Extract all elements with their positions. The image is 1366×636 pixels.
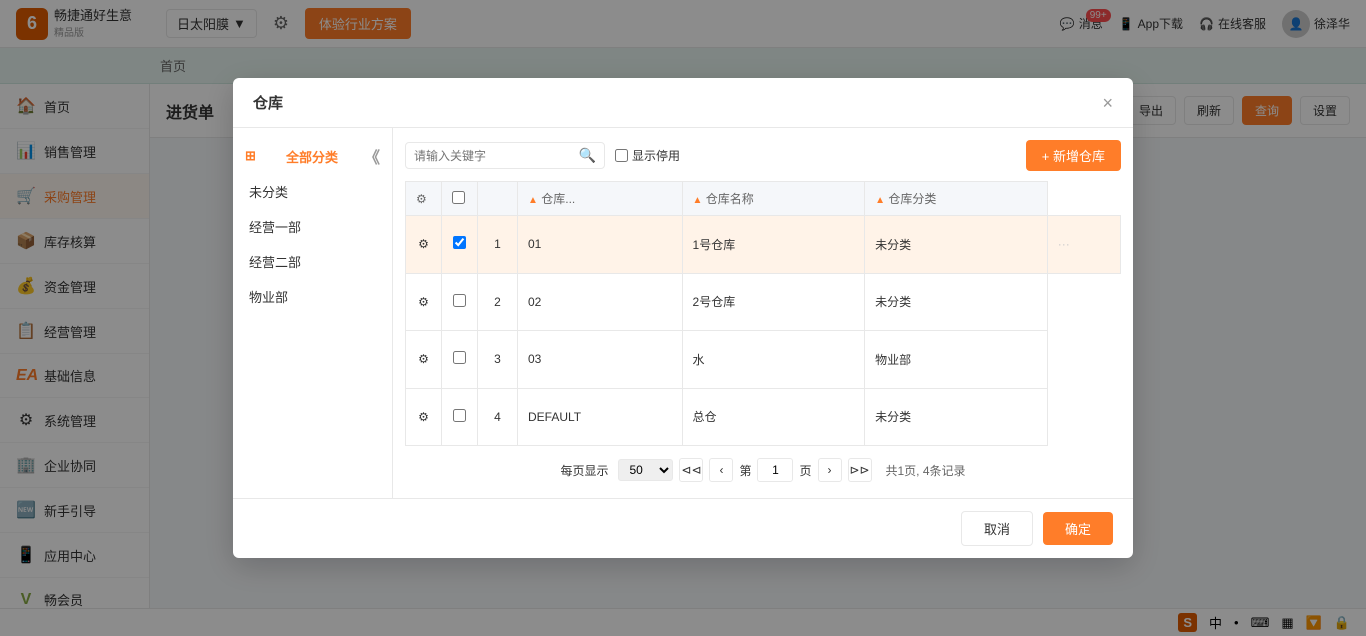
col-code-label: 仓库... bbox=[541, 192, 575, 206]
warehouse-table: ⚙ ▲ 仓库... ▲ 仓库 bbox=[405, 181, 1121, 446]
row-checkbox[interactable] bbox=[442, 273, 478, 331]
confirm-btn[interactable]: 确定 bbox=[1043, 512, 1113, 545]
category-item-property[interactable]: 物业部 bbox=[233, 279, 392, 314]
row-gear[interactable]: ⚙ bbox=[406, 216, 442, 274]
row-index: 3 bbox=[478, 331, 518, 389]
prev-page-btn[interactable]: ‹ bbox=[709, 458, 733, 482]
row-gear[interactable]: ⚙ bbox=[406, 331, 442, 389]
col-category-label: 仓库分类 bbox=[888, 192, 936, 206]
modal-close-btn[interactable]: × bbox=[1102, 94, 1113, 112]
row-name: 水 bbox=[682, 331, 865, 389]
modal-overlay: 仓库 × ⊞ 全部分类 《 未分类 经营一部 经营二部 物业部 bbox=[0, 0, 1366, 636]
row-gear[interactable]: ⚙ bbox=[406, 388, 442, 446]
table-panel: 🔍 显示停用 + 新增仓库 ⚙ bbox=[393, 128, 1133, 498]
row-category: 未分类 bbox=[865, 273, 1048, 331]
category-item-uncategorized[interactable]: 未分类 bbox=[233, 174, 392, 209]
category-header: ⊞ 全部分类 《 bbox=[233, 138, 392, 174]
row-name: 1号仓库 bbox=[682, 216, 865, 274]
table-toolbar-left: 🔍 显示停用 bbox=[405, 142, 680, 169]
search-input-wrap: 🔍 bbox=[405, 142, 605, 169]
first-page-btn[interactable]: ⊲⊲ bbox=[679, 458, 703, 482]
row-code: 03 bbox=[518, 331, 683, 389]
row-checkbox[interactable] bbox=[442, 331, 478, 389]
col-header-name: ▲ 仓库名称 bbox=[682, 182, 865, 216]
search-input[interactable] bbox=[414, 149, 579, 163]
row-index: 4 bbox=[478, 388, 518, 446]
table-toolbar: 🔍 显示停用 + 新增仓库 bbox=[405, 140, 1121, 171]
page-unit-label: 页 bbox=[799, 462, 811, 479]
col-header-code: ▲ 仓库... bbox=[518, 182, 683, 216]
sort-code-icon: ▲ bbox=[528, 195, 538, 206]
table-row[interactable]: ⚙ 2 02 2号仓库 未分类 bbox=[406, 273, 1121, 331]
modal-body: ⊞ 全部分类 《 未分类 经营一部 经营二部 物业部 🔍 bbox=[233, 128, 1133, 498]
category-grid-icon: ⊞ bbox=[245, 148, 256, 164]
table-row[interactable]: ⚙ 1 01 1号仓库 未分类··· bbox=[406, 216, 1121, 274]
per-page-label: 每页显示 bbox=[560, 462, 608, 479]
row-code: 02 bbox=[518, 273, 683, 331]
cancel-btn[interactable]: 取消 bbox=[961, 511, 1033, 546]
row-index: 1 bbox=[478, 216, 518, 274]
row-gear[interactable]: ⚙ bbox=[406, 273, 442, 331]
row-name: 2号仓库 bbox=[682, 273, 865, 331]
show-disabled-checkbox[interactable] bbox=[615, 149, 628, 162]
page-size-select[interactable]: 50 100 bbox=[618, 459, 673, 481]
next-page-btn[interactable]: › bbox=[818, 458, 842, 482]
modal-header: 仓库 × bbox=[233, 78, 1133, 128]
row-category: 物业部 bbox=[865, 331, 1048, 389]
page-label: 第 bbox=[739, 462, 751, 479]
table-row[interactable]: ⚙ 3 03 水 物业部 bbox=[406, 331, 1121, 389]
modal-footer: 取消 确定 bbox=[233, 498, 1133, 558]
last-page-btn[interactable]: ⊳⊳ bbox=[848, 458, 872, 482]
category-panel: ⊞ 全部分类 《 未分类 经营一部 经营二部 物业部 bbox=[233, 128, 393, 498]
sort-cat-icon: ▲ bbox=[875, 195, 885, 206]
row-checkbox[interactable] bbox=[442, 216, 478, 274]
select-all-checkbox[interactable] bbox=[452, 191, 465, 204]
current-page-input[interactable] bbox=[757, 458, 793, 482]
row-code: DEFAULT bbox=[518, 388, 683, 446]
warehouse-modal: 仓库 × ⊞ 全部分类 《 未分类 经营一部 经营二部 物业部 bbox=[233, 78, 1133, 558]
col-header-gear: ⚙ bbox=[406, 182, 442, 216]
row-checkbox[interactable] bbox=[442, 388, 478, 446]
col-name-label: 仓库名称 bbox=[706, 192, 754, 206]
row-code: 01 bbox=[518, 216, 683, 274]
total-info: 共1页, 4条记录 bbox=[886, 462, 966, 479]
show-disabled-label: 显示停用 bbox=[632, 147, 680, 164]
row-actions[interactable]: ··· bbox=[1047, 216, 1120, 274]
table-row[interactable]: ⚙ 4 DEFAULT 总仓 未分类 bbox=[406, 388, 1121, 446]
row-category: 未分类 bbox=[865, 388, 1048, 446]
col-header-category: ▲ 仓库分类 bbox=[865, 182, 1048, 216]
col-header-check bbox=[442, 182, 478, 216]
category-item-ops1[interactable]: 经营一部 bbox=[233, 209, 392, 244]
modal-title: 仓库 bbox=[253, 92, 283, 113]
row-index: 2 bbox=[478, 273, 518, 331]
row-name: 总仓 bbox=[682, 388, 865, 446]
sort-name-icon: ▲ bbox=[693, 195, 703, 206]
search-icon[interactable]: 🔍 bbox=[579, 147, 596, 164]
pagination: 每页显示 50 100 ⊲⊲ ‹ 第 页 › ⊳⊳ 共1页, 4条记录 bbox=[405, 446, 1121, 486]
col-header-idx bbox=[478, 182, 518, 216]
gear-icon[interactable]: ⚙ bbox=[416, 192, 427, 206]
all-categories-label[interactable]: 全部分类 bbox=[286, 147, 338, 166]
show-disabled-wrap: 显示停用 bbox=[615, 147, 680, 164]
category-item-ops2[interactable]: 经营二部 bbox=[233, 244, 392, 279]
add-warehouse-btn[interactable]: + 新增仓库 bbox=[1026, 140, 1121, 171]
row-category: 未分类 bbox=[865, 216, 1048, 274]
category-collapse-btn[interactable]: 《 bbox=[364, 144, 380, 168]
